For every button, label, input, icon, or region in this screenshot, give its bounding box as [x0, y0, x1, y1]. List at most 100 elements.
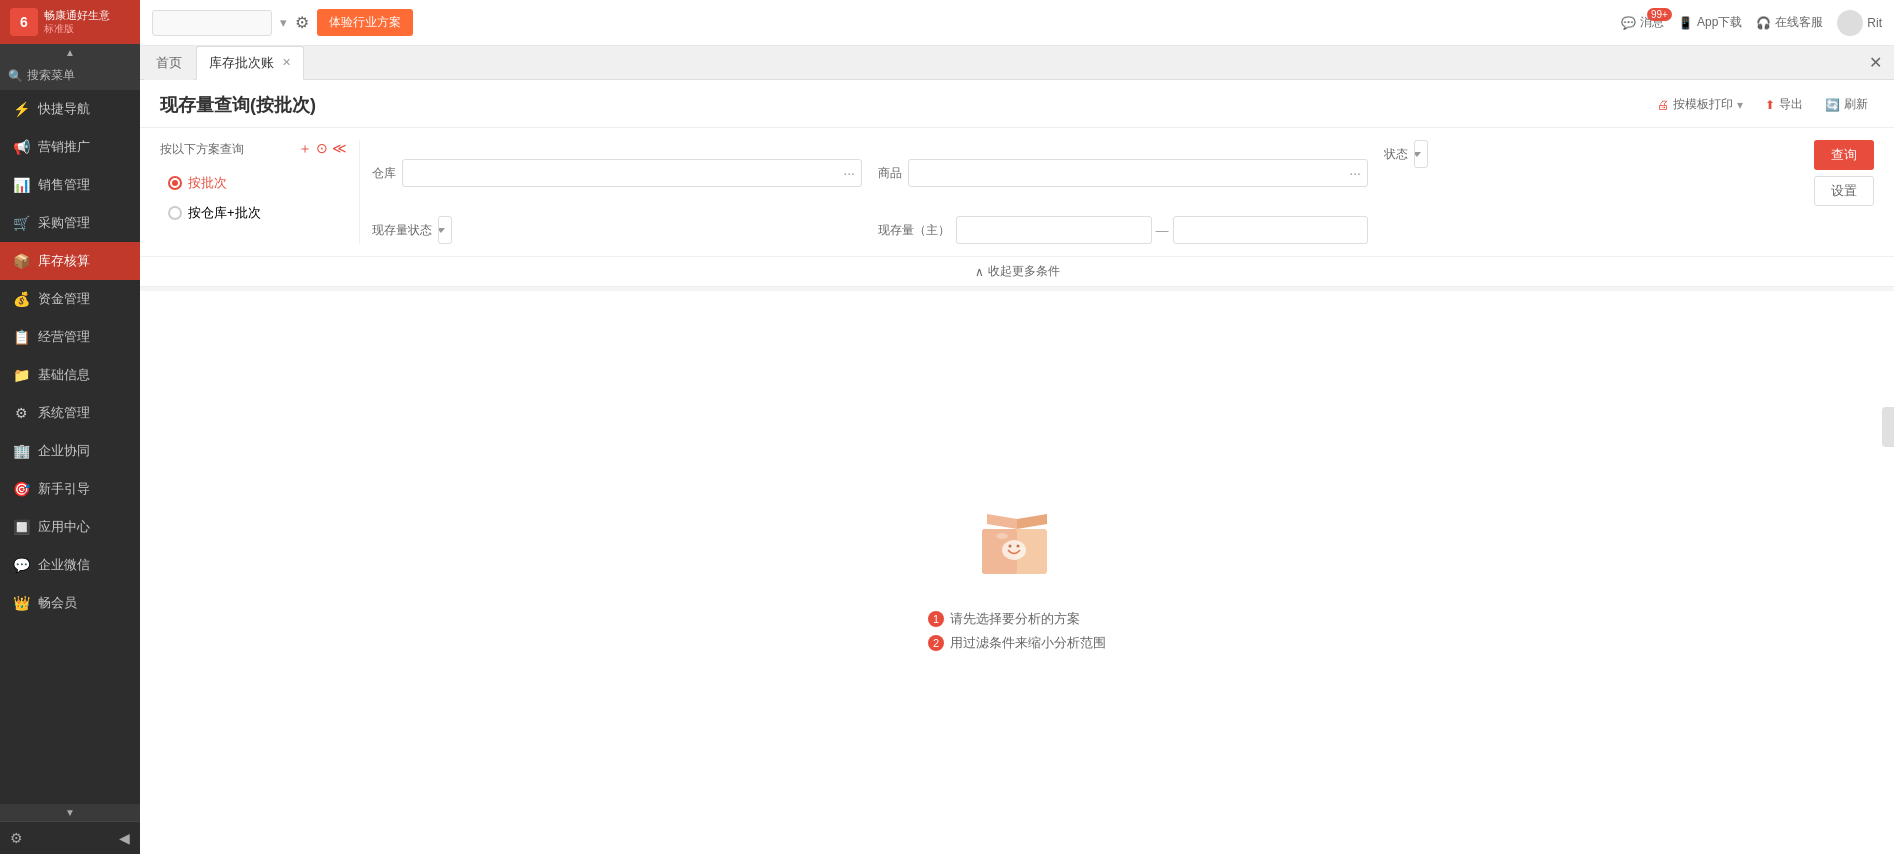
sidebar-item-member[interactable]: 👑 畅会员	[0, 584, 140, 622]
sidebar-item-newbie[interactable]: 🎯 新手引导	[0, 470, 140, 508]
inventory-qty-min[interactable]	[956, 216, 1152, 244]
sidebar-item-marketing[interactable]: 📢 营销推广	[0, 128, 140, 166]
app-download-label: App下载	[1697, 14, 1742, 31]
goods-input-group[interactable]: ···	[908, 159, 1368, 187]
hint-text-1: 请先选择要分析的方案	[950, 610, 1080, 628]
message-icon: 💬	[1621, 16, 1636, 30]
operations-icon: 📋	[12, 328, 30, 346]
topbar-right: 💬 消息 99+ 📱 App下载 🎧 在线客服 Rit	[1621, 10, 1882, 36]
topbar: ▾ ⚙ 体验行业方案 💬 消息 99+ 📱 App下载 🎧 在线客服 Rit	[140, 0, 1894, 46]
settings-scheme-icon[interactable]: ⊙	[316, 140, 328, 158]
messages-group[interactable]: 💬 消息 99+	[1621, 14, 1664, 31]
warehouse-dots-icon[interactable]: ···	[843, 165, 855, 181]
svg-marker-2	[987, 514, 1017, 529]
goods-input[interactable]	[915, 166, 1345, 180]
sidebar-search[interactable]: 🔍 搜索菜单	[0, 61, 140, 90]
headset-icon: 🎧	[1756, 16, 1771, 30]
add-scheme-icon[interactable]: ＋	[298, 140, 312, 158]
warehouse-input-group[interactable]: ···	[402, 159, 862, 187]
sidebar-item-basics[interactable]: 📁 基础信息	[0, 356, 140, 394]
hint-text-2: 用过滤条件来缩小分析范围	[950, 634, 1106, 652]
sidebar-footer: ⚙ ◀	[0, 821, 140, 854]
tab-bar: 首页 库存批次账 ✕ ✕	[140, 46, 1894, 80]
sidebar-scroll-up[interactable]: ▲	[0, 44, 140, 61]
svg-point-6	[1017, 544, 1020, 547]
sidebar-item-system[interactable]: ⚙ 系统管理	[0, 394, 140, 432]
search-icon: 🔍	[8, 69, 23, 83]
topbar-left: ▾ ⚙ 体验行业方案	[152, 9, 1611, 36]
sidebar-item-purchase[interactable]: 🛒 采购管理	[0, 204, 140, 242]
sidebar-item-app-center[interactable]: 🔲 应用中心	[0, 508, 140, 546]
inventory-status-field: 现存量状态	[372, 216, 862, 244]
sidebar-search-label: 搜索菜单	[27, 67, 75, 84]
topbar-gear-icon[interactable]: ⚙	[295, 13, 309, 32]
sidebar: 6 畅康通好生意 标准版 ▲ 🔍 搜索菜单 ⚡ 快捷导航 📢 营销推广 📊 销售…	[0, 0, 140, 854]
empty-hints: 1 请先选择要分析的方案 2 用过滤条件来缩小分析范围	[928, 610, 1106, 652]
warehouse-field: 仓库 ···	[372, 159, 862, 187]
user-group[interactable]: Rit	[1837, 10, 1882, 36]
empty-svg	[967, 494, 1067, 584]
trial-button[interactable]: 体验行业方案	[317, 9, 413, 36]
sidebar-item-quick-nav[interactable]: ⚡ 快捷导航	[0, 90, 140, 128]
goods-dots-icon[interactable]: ···	[1349, 165, 1361, 181]
marketing-icon: 📢	[12, 138, 30, 156]
online-service-group[interactable]: 🎧 在线客服	[1756, 14, 1823, 31]
warehouse-input[interactable]	[409, 166, 839, 180]
warehouse-label: 仓库	[372, 165, 396, 182]
sidebar-item-label: 库存核算	[38, 252, 90, 270]
inventory-qty-range: —	[956, 216, 1368, 244]
filter-option-by-warehouse-batch[interactable]: 按仓库+批次	[160, 198, 347, 228]
collapse-scheme-icon[interactable]: ≪	[332, 140, 347, 158]
sidebar-item-operations[interactable]: 📋 经营管理	[0, 318, 140, 356]
query-button[interactable]: 查询	[1814, 140, 1874, 170]
right-scroll-handle[interactable]	[1882, 407, 1894, 447]
sidebar-item-wechat[interactable]: 💬 企业微信	[0, 546, 140, 584]
export-button[interactable]: ⬆ 导出	[1759, 92, 1809, 117]
empty-hint-1: 1 请先选择要分析的方案	[928, 610, 1106, 628]
inventory-status-label: 现存量状态	[372, 222, 432, 239]
filter-fields-panel: 仓库 ··· 商品 ···	[372, 140, 1874, 244]
purchase-icon: 🛒	[12, 214, 30, 232]
app-logo: 6	[10, 8, 38, 36]
sidebar-item-label: 资金管理	[38, 290, 90, 308]
sidebar-item-label: 系统管理	[38, 404, 90, 422]
hint-num-2: 2	[928, 635, 944, 651]
topbar-dropdown-icon[interactable]: ▾	[280, 15, 287, 30]
collapse-label: 收起更多条件	[988, 263, 1060, 280]
sidebar-item-inventory[interactable]: 📦 库存核算	[0, 242, 140, 280]
collapse-sidebar-icon[interactable]: ◀	[119, 830, 130, 846]
app-download-group[interactable]: 📱 App下载	[1678, 14, 1742, 31]
panel-close-button[interactable]: ✕	[1861, 53, 1890, 72]
sidebar-item-label: 采购管理	[38, 214, 90, 232]
settings-button[interactable]: 设置	[1814, 176, 1874, 206]
print-button[interactable]: 🖨 按模板打印 ▾	[1651, 92, 1749, 117]
settings-icon[interactable]: ⚙	[10, 830, 23, 846]
filter-option-by-batch[interactable]: 按批次	[160, 168, 347, 198]
sidebar-item-finance[interactable]: 💰 资金管理	[0, 280, 140, 318]
sidebar-item-label: 企业协同	[38, 442, 90, 460]
export-icon: ⬆	[1765, 98, 1775, 112]
inventory-qty-max[interactable]	[1173, 216, 1369, 244]
tab-home[interactable]: 首页	[144, 46, 194, 80]
hint-num-1: 1	[928, 611, 944, 627]
refresh-button[interactable]: 🔄 刷新	[1819, 92, 1874, 117]
app-center-icon: 🔲	[12, 518, 30, 536]
inventory-status-select[interactable]	[438, 216, 452, 244]
sidebar-item-sales[interactable]: 📊 销售管理	[0, 166, 140, 204]
sidebar-scroll-down[interactable]: ▼	[0, 804, 140, 821]
sidebar-item-enterprise[interactable]: 🏢 企业协同	[0, 432, 140, 470]
quick-nav-icon: ⚡	[12, 100, 30, 118]
tab-close-icon[interactable]: ✕	[282, 56, 291, 69]
topbar-search-input[interactable]	[152, 10, 272, 36]
sidebar-item-label: 企业微信	[38, 556, 90, 574]
chevron-up-icon: ∧	[975, 265, 984, 279]
wechat-icon: 💬	[12, 556, 30, 574]
tab-inventory-batch-label: 库存批次账	[209, 54, 274, 72]
filter-section: 按以下方案查询 ＋ ⊙ ≪ 按批次 按仓库+批次	[140, 128, 1894, 256]
status-select[interactable]	[1414, 140, 1428, 168]
filter-collapse-bar[interactable]: ∧ 收起更多条件	[140, 256, 1894, 286]
sidebar-item-label: 畅会员	[38, 594, 77, 612]
print-icon: 🖨	[1657, 98, 1669, 112]
tab-inventory-batch[interactable]: 库存批次账 ✕	[196, 46, 304, 80]
print-dropdown-icon[interactable]: ▾	[1737, 98, 1743, 112]
